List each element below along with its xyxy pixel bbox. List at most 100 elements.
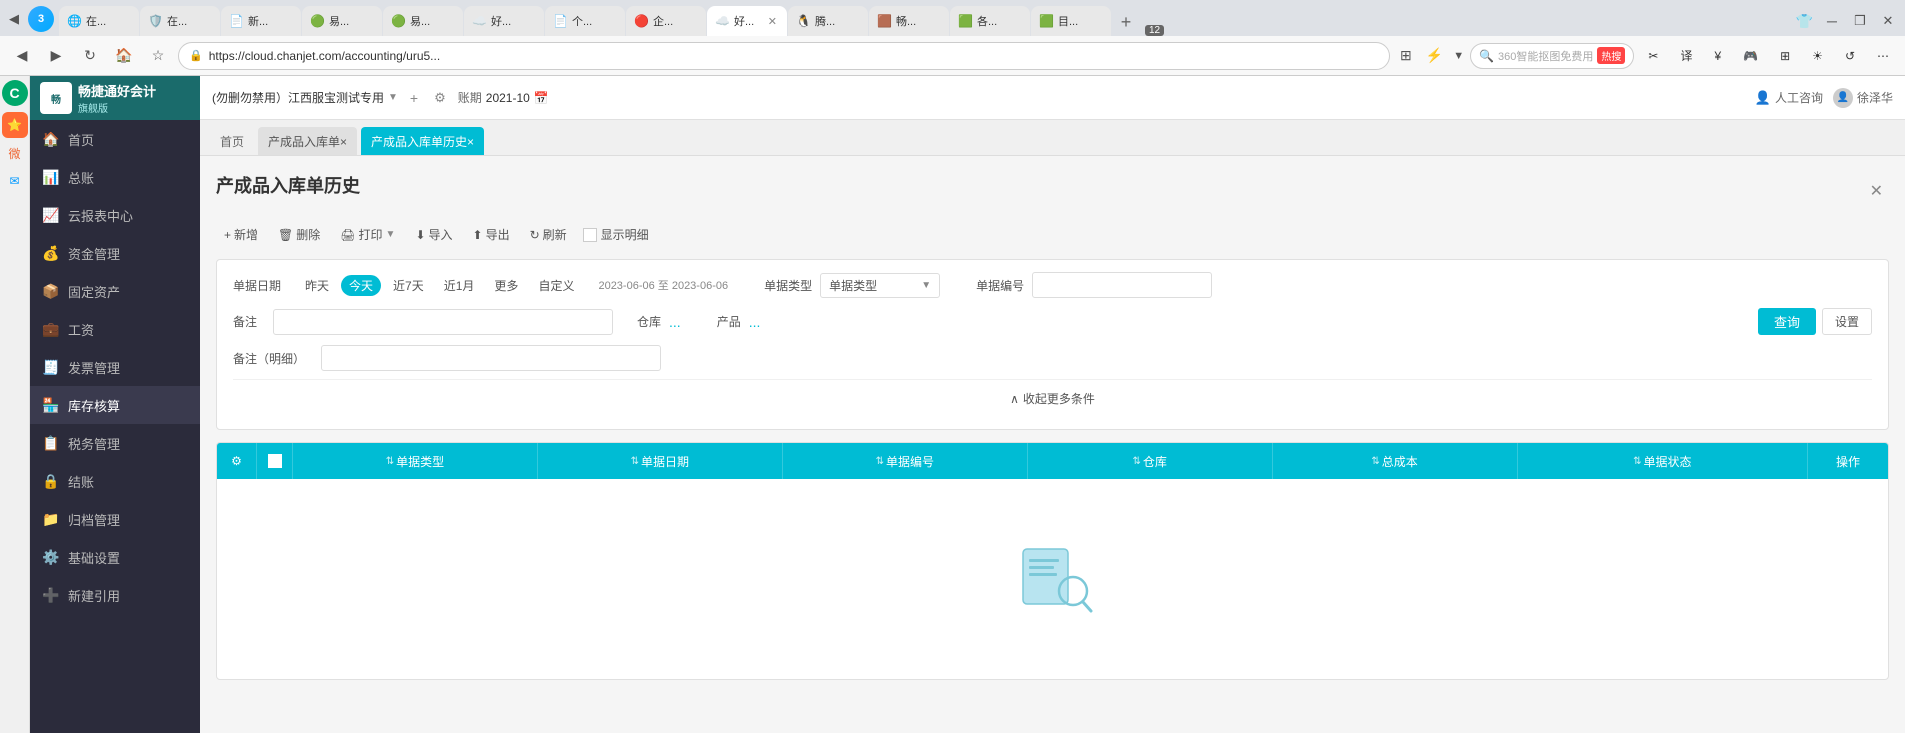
th-checkbox[interactable]	[257, 443, 293, 479]
sidebar-item-salary[interactable]: 💼 工资	[30, 310, 200, 348]
header-checkbox[interactable]	[268, 454, 282, 468]
window-close-button[interactable]: ✕	[1875, 10, 1901, 32]
browser-tab-8[interactable]: 🔴 企...	[626, 6, 706, 36]
currency-tool[interactable]: ¥	[1706, 43, 1729, 69]
sidebar-item-newbill[interactable]: ➕ 新建引用	[30, 576, 200, 614]
window-maximize-button[interactable]: ❒	[1847, 10, 1873, 32]
chevron-down-icon[interactable]: ▼	[1453, 50, 1464, 62]
back-icon[interactable]: ◀	[4, 9, 24, 29]
sync-tool[interactable]: ↺	[1837, 43, 1863, 69]
browser-tab-12[interactable]: 🟩 各...	[950, 6, 1030, 36]
sidebar-item-report[interactable]: 📈 云报表中心	[30, 196, 200, 234]
th-warehouse[interactable]: ⇅ 仓库	[1028, 443, 1273, 479]
sidebar-item-home[interactable]: 🏠 首页	[30, 120, 200, 158]
th-num[interactable]: ⇅ 单据编号	[783, 443, 1028, 479]
date-btn-yesterday[interactable]: 昨天	[297, 275, 337, 296]
date-btn-today[interactable]: 今天	[341, 275, 381, 296]
delete-icon: 🗑	[278, 228, 293, 242]
breadcrumb-home[interactable]: 首页	[208, 127, 256, 155]
note-filter-input[interactable]	[273, 309, 613, 335]
date-btn-more[interactable]: 更多	[486, 275, 526, 296]
browser-forward-button[interactable]: ▶	[42, 42, 70, 70]
warehouse-filter-dots[interactable]: ...	[669, 314, 681, 330]
browser-refresh-button[interactable]: ↻	[76, 42, 104, 70]
layout-tool[interactable]: ⊞	[1772, 43, 1798, 69]
browser-tab-10[interactable]: 🐧 腾...	[788, 6, 868, 36]
window-minimize-button[interactable]: ─	[1819, 10, 1845, 32]
page-close-button[interactable]: ✕	[1864, 179, 1889, 203]
translate-tool[interactable]: 译	[1672, 43, 1700, 69]
note-detail-input[interactable]	[321, 345, 661, 371]
sidebar-icon-1[interactable]: C	[2, 80, 28, 106]
scissors-tool[interactable]: ✂	[1640, 43, 1666, 69]
sidebar-icon-2[interactable]: ⭐	[2, 112, 28, 138]
browser-tab-active[interactable]: ☁️ 好... ✕	[707, 6, 787, 36]
sidebar-item-ledger[interactable]: 📊 总账	[30, 158, 200, 196]
consultant-button[interactable]: 👤 人工咨询	[1755, 89, 1823, 106]
lightning-icon[interactable]: ⚡	[1422, 47, 1447, 64]
th-settings[interactable]: ⚙	[217, 443, 257, 479]
browser-tab-1[interactable]: 🌐 在...	[59, 6, 139, 36]
sidebar-item-fixed[interactable]: 📦 固定资产	[30, 272, 200, 310]
import-button[interactable]: ⬇ 导入	[407, 222, 460, 247]
sidebar-item-close[interactable]: 🔒 结账	[30, 462, 200, 500]
url-bar[interactable]: 🔒 https://cloud.chanjet.com/accounting/u…	[178, 42, 1390, 70]
browser-tab-2[interactable]: 🛡️ 在...	[140, 6, 220, 36]
display-detail-checkbox[interactable]	[583, 228, 597, 242]
type-filter-select[interactable]: 单据类型 ▼	[820, 273, 940, 298]
game-tool[interactable]: 🎮	[1735, 43, 1766, 69]
sidebar-item-invoice[interactable]: 🧾 发票管理	[30, 348, 200, 386]
collapse-button[interactable]: ∧ 收起更多条件	[1002, 386, 1103, 411]
browser-home-button[interactable]: 🏠	[110, 42, 138, 70]
sidebar-item-fund[interactable]: 💰 资金管理	[30, 234, 200, 272]
browser-tab-4[interactable]: 🟢 易...	[302, 6, 382, 36]
browser-tab-11[interactable]: 🟫 畅...	[869, 6, 949, 36]
tab-label-4: 易...	[329, 13, 349, 29]
sidebar-item-tax[interactable]: 📋 税务管理	[30, 424, 200, 462]
sidebar-icon-4[interactable]: ✉	[2, 168, 28, 194]
delete-button[interactable]: 🗑 删除	[270, 222, 328, 247]
th-cost[interactable]: ⇅ 总成本	[1273, 443, 1518, 479]
date-btn-custom[interactable]: 自定义	[530, 275, 582, 296]
breadcrumb-tab-list[interactable]: 产成品入库单×	[258, 127, 357, 155]
browser-tab-5[interactable]: 🟢 易...	[383, 6, 463, 36]
browser-tab-3[interactable]: 📄 新...	[221, 6, 301, 36]
date-btn-7days[interactable]: 近7天	[385, 275, 432, 296]
browser-tab-6[interactable]: ☁️ 好...	[464, 6, 544, 36]
add-button[interactable]: + 新增	[216, 222, 266, 247]
product-filter-dots[interactable]: ...	[749, 314, 761, 330]
tab-close-active[interactable]: ✕	[766, 13, 779, 30]
company-settings-button[interactable]: ⚙	[430, 90, 450, 106]
th-type[interactable]: ⇅ 单据类型	[293, 443, 538, 479]
date-btn-1month[interactable]: 近1月	[436, 275, 483, 296]
sidebar-icon-3[interactable]: 微	[2, 140, 28, 166]
refresh-button[interactable]: ↻ 刷新	[522, 222, 575, 247]
new-tab-button[interactable]: +	[1112, 8, 1140, 36]
th-date-label: 单据日期	[641, 453, 689, 470]
sidebar-item-archive[interactable]: 📁 归档管理	[30, 500, 200, 538]
print-button[interactable]: 🖨 打印 ▼	[332, 222, 403, 247]
browser-back-button[interactable]: ◀	[8, 42, 36, 70]
filter-settings-button[interactable]: 设置	[1822, 308, 1872, 335]
grid-icon[interactable]: ⊞	[1396, 47, 1416, 64]
archive-icon: 📁	[42, 510, 60, 528]
export-button[interactable]: ⬆ 导出	[465, 222, 518, 247]
num-filter-label: 单据编号	[976, 277, 1024, 294]
sidebar-item-settings[interactable]: ⚙️ 基础设置	[30, 538, 200, 576]
browser-tab-13[interactable]: 🟩 目...	[1031, 6, 1111, 36]
sidebar-item-inventory[interactable]: 🏪 库存核算	[30, 386, 200, 424]
th-status[interactable]: ⇅ 单据状态	[1518, 443, 1808, 479]
th-date[interactable]: ⇅ 单据日期	[538, 443, 783, 479]
more-tools[interactable]: ⋯	[1869, 43, 1897, 69]
company-selector[interactable]: (勿删勿禁用）江西服宝测试专用 ▼	[212, 89, 398, 106]
theme-tool[interactable]: ☀	[1804, 43, 1831, 69]
period-selector[interactable]: 账期 2021-10 📅	[458, 89, 549, 106]
add-company-button[interactable]: +	[406, 90, 422, 106]
query-button[interactable]: 查询	[1758, 308, 1816, 335]
user-info[interactable]: 👤 徐泽华	[1833, 88, 1893, 108]
browser-bookmark-button[interactable]: ☆	[144, 42, 172, 70]
num-filter-input[interactable]	[1032, 272, 1212, 298]
browser-tab-7[interactable]: 📄 个...	[545, 6, 625, 36]
breadcrumb-tab-history[interactable]: 产成品入库单历史×	[361, 127, 484, 155]
360-search-box[interactable]: 🔍 360智能抠图免费用 热搜	[1470, 43, 1634, 69]
